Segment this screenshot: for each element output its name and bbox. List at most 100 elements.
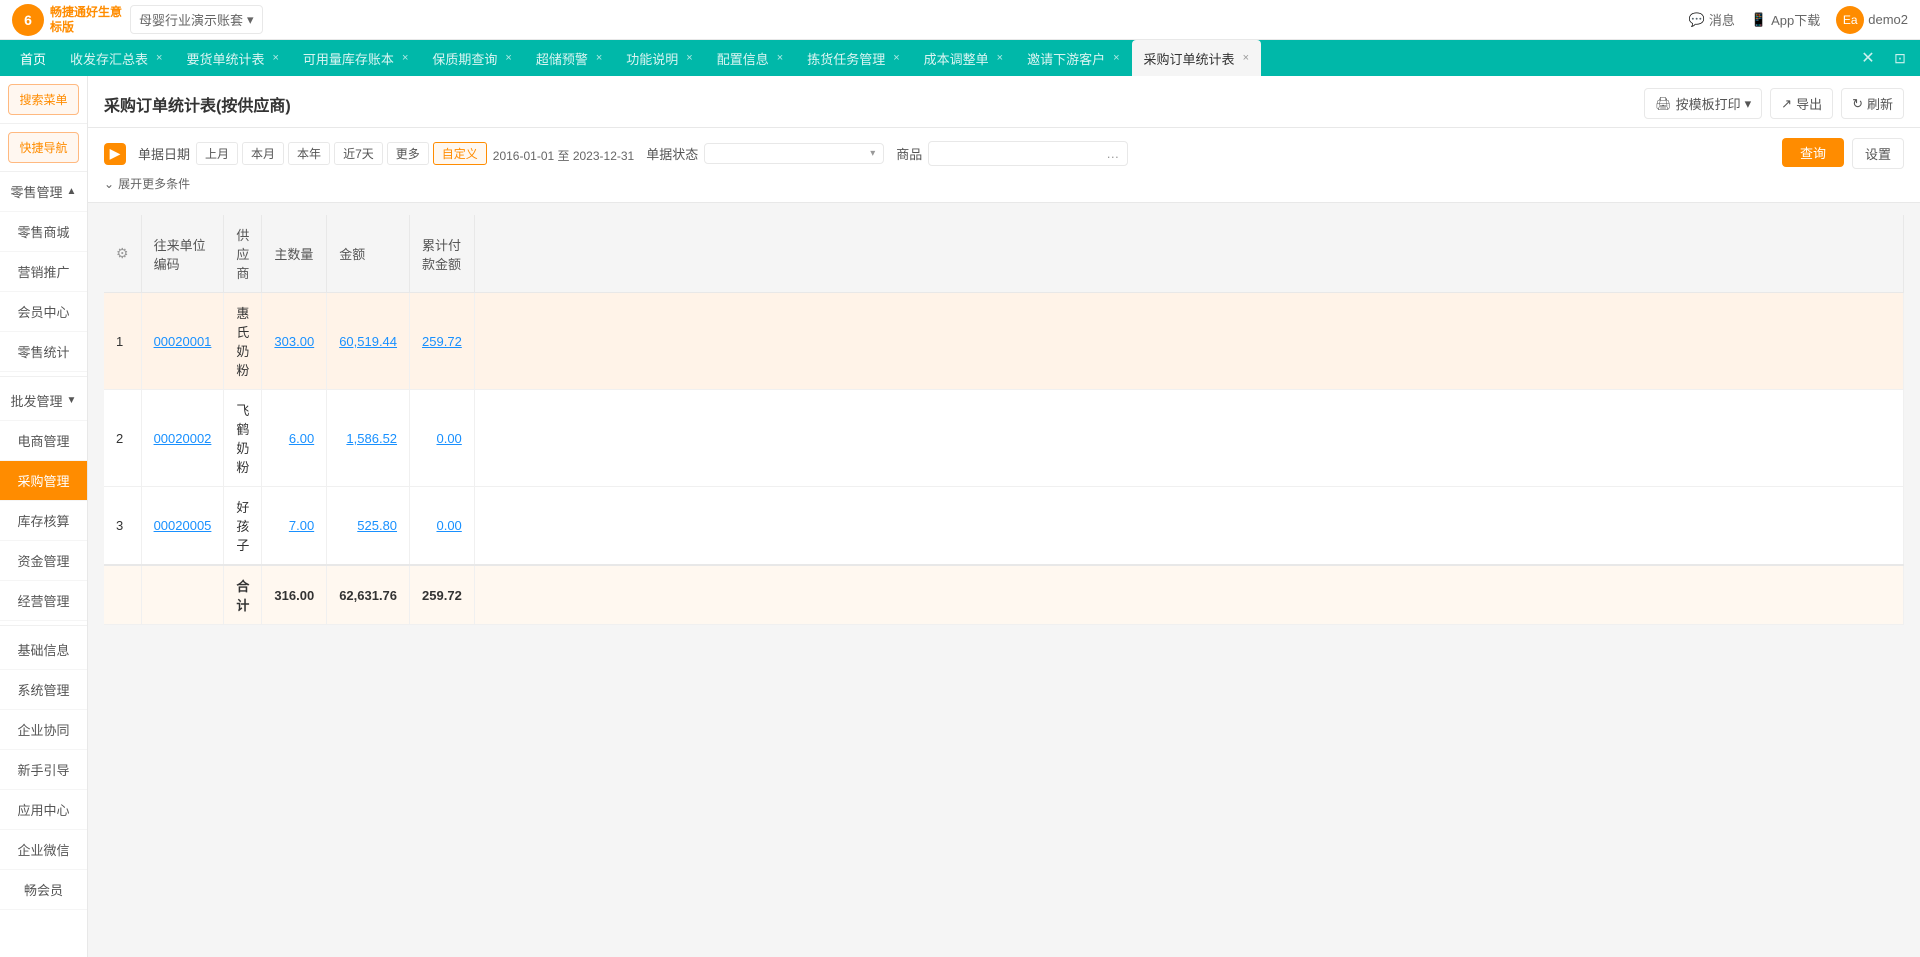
filter-toggle-button[interactable]: ▶ [104,143,126,165]
gear-icon[interactable]: ⚙ [116,245,129,261]
sidebar-item-basic-info[interactable]: 基础信息 [0,630,87,670]
table-row[interactable]: 1 00020001 惠氏奶粉 303.00 60,519.44 259.72 [104,293,1904,390]
tab-available-stock[interactable]: 可用量库存账本 × [291,40,420,76]
filter-goods-item: 商品 … [896,141,1128,166]
query-button[interactable]: 查询 [1782,138,1844,167]
table-container: ⚙ 往来单位编码 供应商 主数量 金额 [88,203,1920,957]
more-icon[interactable]: … [1106,146,1119,161]
tab-goods-stat[interactable]: 要货单统计表 × [174,40,290,76]
sidebar-item-inventory[interactable]: 库存核算 [0,501,87,541]
nav-close-button[interactable]: ✕ [1856,46,1880,70]
close-icon[interactable]: × [272,52,278,64]
column-empty [474,215,1903,293]
nav-tabs-right: ✕ ⊡ [1856,46,1920,70]
tab-expiry-query[interactable]: 保质期查询 × [420,40,523,76]
column-paid: 累计付款金额 [410,215,475,293]
tab-purchase-stat[interactable]: 采购订单统计表 × [1132,40,1261,76]
app-download-button[interactable]: 📱 App下载 [1751,10,1820,29]
sidebar-item-marketing[interactable]: 营销推广 [0,252,87,292]
date-custom-button[interactable]: 自定义 [433,142,487,165]
phone-icon: 📱 [1751,12,1767,28]
row-supplier: 飞鹤奶粉 [224,390,262,487]
row-num: 3 [104,487,141,566]
nav-tabs: 首页 收发存汇总表 × 要货单统计表 × 可用量库存账本 × 保质期查询 × 超… [0,40,1920,76]
export-button[interactable]: ↗ 导出 [1770,88,1833,119]
sidebar-item-wholesale-mgmt[interactable]: 批发管理 ▼ [0,381,87,421]
filter-goods-label: 商品 [896,144,922,163]
sidebar-item-retail-store[interactable]: 零售商城 [0,212,87,252]
date-quick-7days[interactable]: 近7天 [334,142,383,165]
tab-invite-downstream[interactable]: 邀请下游客户 × [1015,40,1131,76]
sidebar-item-app-center[interactable]: 应用中心 [0,790,87,830]
user-area[interactable]: Ea demo2 [1836,6,1908,34]
tab-receive-summary[interactable]: 收发存汇总表 × [58,40,174,76]
refresh-button[interactable]: ↻ 刷新 [1841,88,1904,119]
quick-nav-button[interactable]: 快捷导航 [8,132,79,163]
row-code: 00020002 [141,390,224,487]
page-header-actions: 🖨 按模板打印 ▾ ↗ 导出 ↻ 刷新 [1644,88,1904,119]
workspace-selector[interactable]: 母婴行业演示账套 ▾ [130,5,263,34]
sidebar-item-purchase-mgmt[interactable]: 采购管理 [0,461,87,501]
print-template-button[interactable]: 🖨 按模板打印 ▾ [1644,88,1762,119]
sidebar-item-member-center[interactable]: 会员中心 [0,292,87,332]
print-icon: 🖨 [1655,96,1672,112]
search-menu-button[interactable]: 搜索菜单 [8,84,79,115]
main-layout: 搜索菜单 快捷导航 零售管理 ▲ 零售商城 营销推广 会员中心 零售统计 批发管… [0,76,1920,957]
close-icon[interactable]: × [402,52,408,64]
sidebar-item-member[interactable]: 畅会员 [0,870,87,910]
chevron-down-icon: ▾ [870,148,875,159]
sidebar-item-enterprise-collab[interactable]: 企业协同 [0,710,87,750]
footer-row: 合计 316.00 62,631.76 259.72 [104,565,1904,625]
sidebar-item-ops-mgmt[interactable]: 经营管理 [0,581,87,621]
close-icon[interactable]: × [997,52,1003,64]
sidebar-item-retail-stat[interactable]: 零售统计 [0,332,87,372]
date-quick-more[interactable]: 更多 [387,142,429,165]
close-icon[interactable]: × [893,52,899,64]
close-icon[interactable]: × [596,52,602,64]
sidebar-item-ecommerce-mgmt[interactable]: 电商管理 [0,421,87,461]
filter-area: ▶ 单据日期 上月 本月 本年 近7天 更多 自定义 2016-01-01 至 … [88,128,1920,203]
filter-date-label: 单据日期 [138,144,190,163]
table-row[interactable]: 2 00020002 飞鹤奶粉 6.00 1,586.52 0.00 [104,390,1904,487]
row-paid: 259.72 [410,293,475,390]
sidebar-item-finance-mgmt[interactable]: 资金管理 [0,541,87,581]
tab-pick-task[interactable]: 拣货任务管理 × [795,40,911,76]
date-quick-last-month[interactable]: 上月 [196,142,238,165]
tab-config-info[interactable]: 配置信息 × [705,40,795,76]
close-icon[interactable]: × [505,52,511,64]
filter-status-select[interactable]: ▾ [704,143,884,164]
sidebar-item-new-guide[interactable]: 新手引导 [0,750,87,790]
date-quick-this-month[interactable]: 本月 [242,142,284,165]
expand-more-button[interactable]: ⌄ 展开更多条件 [104,169,1904,192]
sidebar-item-enterprise-wechat[interactable]: 企业微信 [0,830,87,870]
close-icon[interactable]: × [156,52,162,64]
close-icon[interactable]: × [1243,52,1249,64]
export-icon: ↗ [1781,96,1792,112]
date-quick-this-year[interactable]: 本年 [288,142,330,165]
column-amount: 金额 [327,215,410,293]
tab-function-desc[interactable]: 功能说明 × [614,40,704,76]
filter-goods-input[interactable]: … [928,141,1128,166]
nav-maximize-button[interactable]: ⊡ [1888,46,1912,70]
top-bar: 6 畅捷通好生意 标版 母婴行业演示账套 ▾ 💬 消息 📱 App下载 Ea d… [0,0,1920,40]
close-icon[interactable]: × [777,52,783,64]
chevron-down-icon: ⌄ [104,177,114,191]
tab-overstock-warning[interactable]: 超储预警 × [524,40,614,76]
chevron-up-icon: ▲ [67,186,77,197]
filter-date-item: 单据日期 上月 本月 本年 近7天 更多 自定义 2016-01-01 至 20… [138,142,634,165]
close-icon[interactable]: × [1113,52,1119,64]
settings-button[interactable]: 设置 [1852,138,1904,169]
sidebar-item-retail-mgmt[interactable]: 零售管理 ▲ [0,172,87,212]
sidebar-item-system-mgmt[interactable]: 系统管理 [0,670,87,710]
tab-home[interactable]: 首页 [8,40,58,76]
column-code: 往来单位编码 [141,215,224,293]
tab-cost-adjust[interactable]: 成本调整单 × [912,40,1015,76]
logo-text: 畅捷通好生意 标版 [50,5,122,34]
close-icon[interactable]: × [686,52,692,64]
message-button[interactable]: 💬 消息 [1689,10,1735,29]
row-num: 1 [104,293,141,390]
table-row[interactable]: 3 00020005 好孩子 7.00 525.80 0.00 [104,487,1904,566]
row-amount: 1,586.52 [327,390,410,487]
row-supplier: 惠氏奶粉 [224,293,262,390]
message-icon: 💬 [1689,12,1705,28]
